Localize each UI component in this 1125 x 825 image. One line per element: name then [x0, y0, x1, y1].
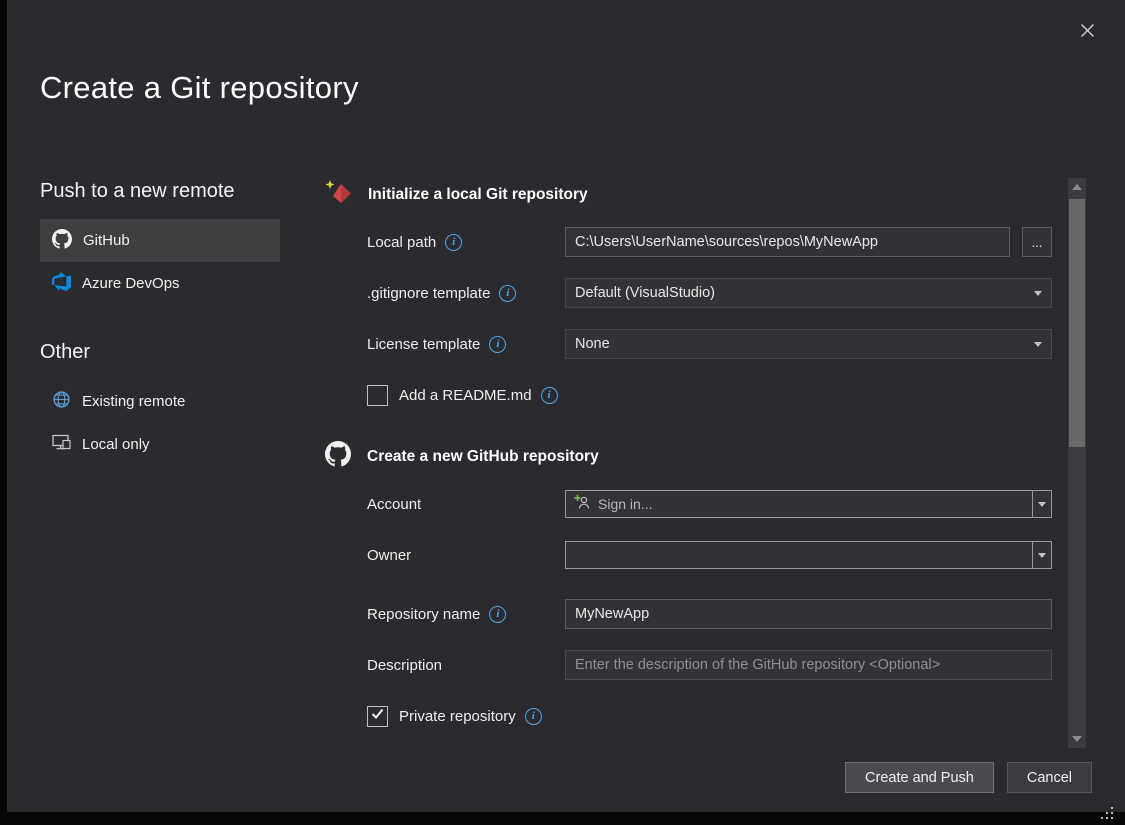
private-repository-label: Private repository — [399, 708, 516, 725]
sidebar-item-github[interactable]: GitHub — [40, 219, 280, 262]
create-and-push-button[interactable]: Create and Push — [845, 762, 994, 793]
info-icon[interactable] — [445, 234, 462, 251]
sidebar-item-azure-devops[interactable]: Azure DevOps — [40, 262, 280, 305]
local-path-row: Local path ... — [367, 227, 1052, 257]
owner-row: Owner — [367, 540, 1052, 570]
info-icon[interactable] — [489, 336, 506, 353]
account-dropdown-button[interactable] — [1032, 491, 1051, 517]
scrollbar-thumb[interactable] — [1069, 199, 1085, 447]
account-label: Account — [367, 496, 421, 513]
owner-dropdown-button[interactable] — [1032, 542, 1051, 568]
computer-icon — [52, 434, 71, 455]
close-button[interactable] — [1073, 18, 1101, 46]
gitignore-selected-value: Default (VisualStudio) — [575, 285, 715, 301]
create-github-repo-heading-row: Create a new GitHub repository — [325, 441, 1052, 472]
description-input[interactable] — [565, 650, 1052, 680]
add-readme-checkbox[interactable] — [367, 385, 388, 406]
account-combo[interactable]: Sign in... — [565, 490, 1052, 518]
local-path-input[interactable] — [565, 227, 1010, 257]
section-heading-create-github: Create a new GitHub repository — [367, 448, 599, 466]
sidebar-item-existing-remote[interactable]: Existing remote — [40, 380, 280, 423]
description-row: Description — [367, 650, 1052, 680]
sidebar-item-label: Existing remote — [82, 393, 185, 410]
push-remote-heading: Push to a new remote — [40, 180, 280, 203]
chevron-down-icon — [1034, 291, 1042, 296]
owner-combo[interactable] — [565, 541, 1052, 569]
github-icon — [325, 441, 351, 472]
sidebar-item-label: Azure DevOps — [82, 275, 180, 292]
globe-icon — [52, 390, 71, 413]
add-readme-label: Add a README.md — [399, 387, 532, 404]
info-icon[interactable] — [541, 387, 558, 404]
scroll-down-button[interactable] — [1068, 730, 1086, 748]
sidebar-item-label: GitHub — [83, 232, 130, 249]
scroll-down-icon — [1072, 736, 1082, 742]
section-heading-init-local: Initialize a local Git repository — [368, 186, 588, 204]
chevron-down-icon — [1038, 502, 1046, 507]
repository-name-row: Repository name — [367, 599, 1052, 629]
owner-label: Owner — [367, 547, 411, 564]
scroll-up-button[interactable] — [1068, 178, 1086, 196]
license-row: License template None — [367, 329, 1052, 359]
info-icon[interactable] — [489, 606, 506, 623]
azure-devops-icon — [52, 272, 71, 295]
sidebar-item-local-only[interactable]: Local only — [40, 423, 280, 466]
dialog-footer: Create and Push Cancel — [845, 762, 1092, 793]
cancel-button[interactable]: Cancel — [1007, 762, 1092, 793]
license-dropdown[interactable]: None — [565, 329, 1052, 359]
dialog-title: Create a Git repository — [40, 70, 359, 106]
init-local-repo-heading-row: Initialize a local Git repository — [325, 180, 1052, 210]
resize-grip[interactable] — [1100, 806, 1114, 824]
private-repo-row: Private repository — [367, 701, 1052, 731]
repository-name-label: Repository name — [367, 606, 480, 623]
create-git-repository-dialog: Create a Git repository Push to a new re… — [7, 0, 1125, 812]
info-icon[interactable] — [525, 708, 542, 725]
account-value: Sign in... — [598, 496, 652, 512]
repository-form: Initialize a local Git repository Local … — [325, 180, 1052, 752]
local-path-label: Local path — [367, 234, 436, 251]
gitignore-dropdown[interactable]: Default (VisualStudio) — [565, 278, 1052, 308]
chevron-down-icon — [1034, 342, 1042, 347]
sign-in-person-icon — [574, 494, 591, 514]
gitignore-label: .gitignore template — [367, 285, 490, 302]
scroll-up-icon — [1072, 184, 1082, 190]
private-repository-checkbox[interactable] — [367, 706, 388, 727]
account-row: Account Sign in... — [367, 489, 1052, 519]
license-label: License template — [367, 336, 480, 353]
sidebar-item-label: Local only — [82, 436, 150, 453]
description-label: Description — [367, 657, 442, 674]
browse-button[interactable]: ... — [1022, 227, 1052, 257]
checkmark-icon — [370, 706, 385, 726]
new-repository-icon — [325, 180, 352, 210]
other-heading: Other — [40, 341, 280, 364]
github-icon — [52, 229, 72, 253]
remote-target-sidebar: Push to a new remote GitHub Azure DevOps… — [40, 180, 280, 466]
close-icon — [1080, 23, 1095, 41]
info-icon[interactable] — [499, 285, 516, 302]
gitignore-row: .gitignore template Default (VisualStudi… — [367, 278, 1052, 308]
readme-row: Add a README.md — [367, 380, 1052, 410]
repository-name-input[interactable] — [565, 599, 1052, 629]
vertical-scrollbar[interactable] — [1068, 178, 1086, 748]
license-selected-value: None — [575, 336, 610, 352]
chevron-down-icon — [1038, 553, 1046, 558]
